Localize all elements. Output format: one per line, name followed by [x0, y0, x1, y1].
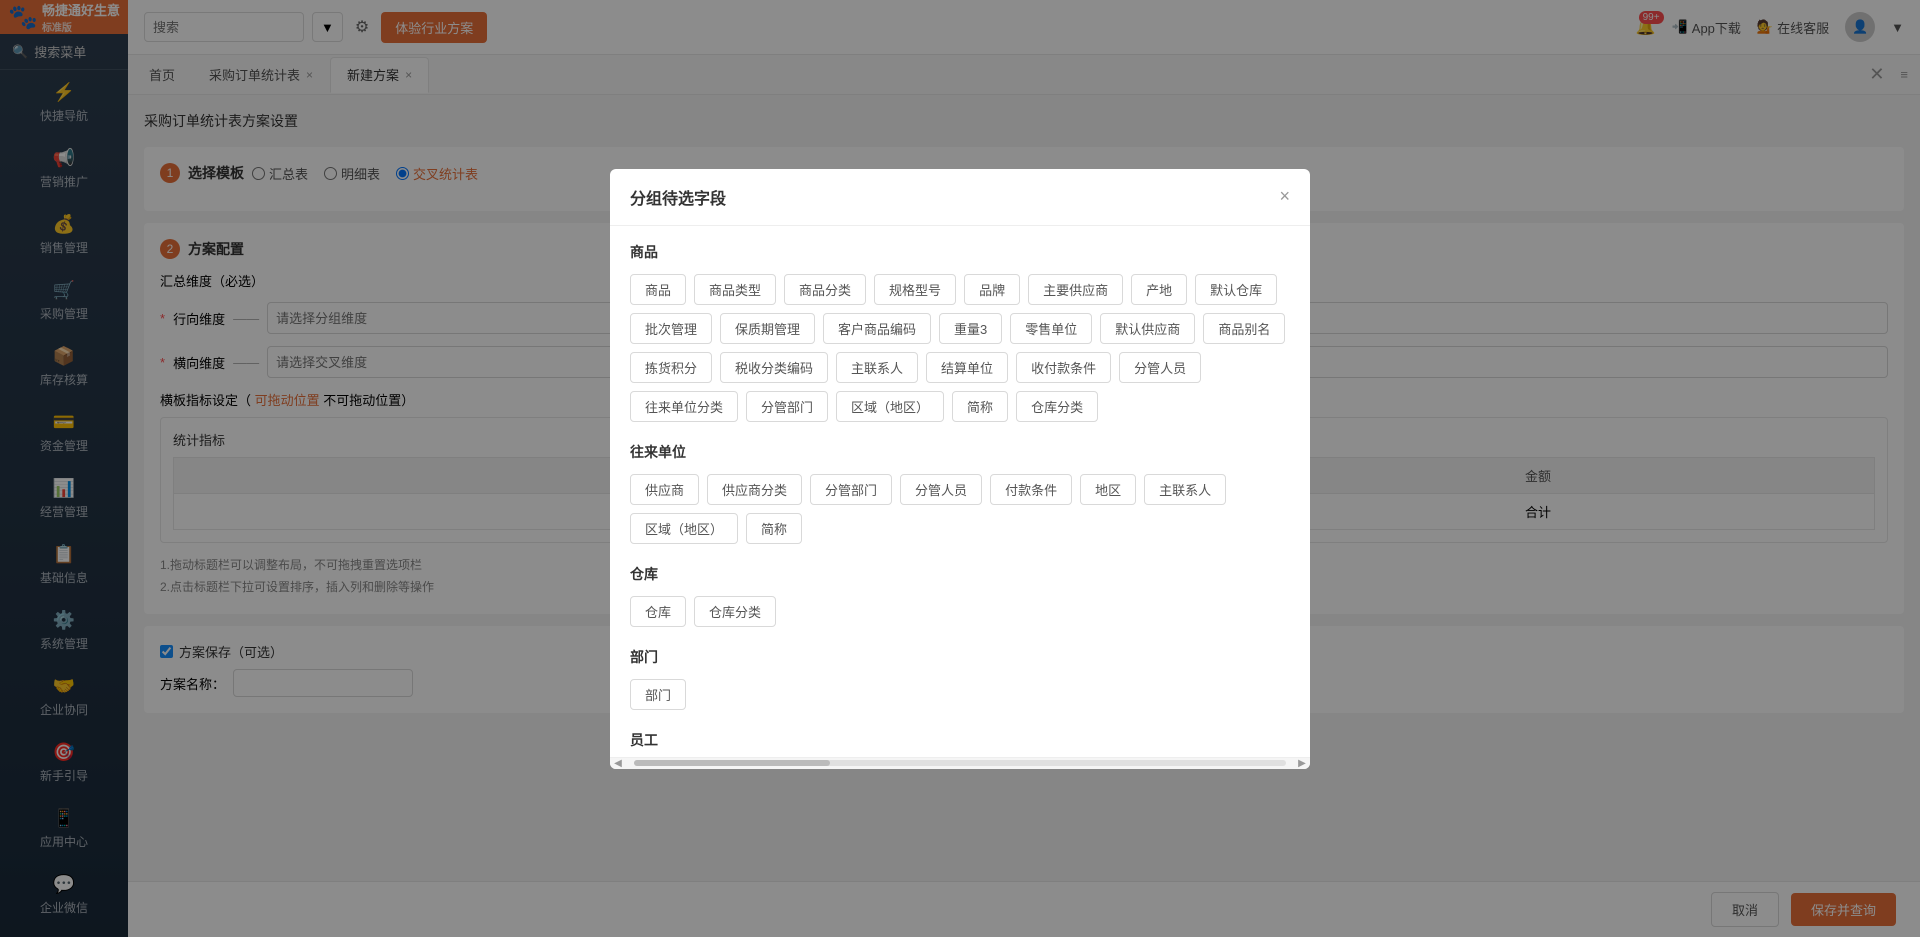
field-tag-goods-13[interactable]: 默认供应商: [1100, 313, 1195, 344]
field-tag-wh-0[interactable]: 仓库: [630, 596, 686, 627]
goods-field-tags: 商品 商品类型 商品分类 规格型号 品牌 主要供应商 产地 默认仓库 批次管理 …: [630, 274, 1290, 422]
field-tag-goods-14[interactable]: 商品别名: [1203, 313, 1285, 344]
warehouse-field-tags: 仓库 仓库分类: [630, 596, 1290, 627]
modal-header: 分组待选字段 ×: [610, 169, 1310, 226]
section-department-title: 部门: [630, 647, 1290, 667]
section-goods-title: 商品: [630, 242, 1290, 262]
field-tag-goods-4[interactable]: 品牌: [964, 274, 1020, 305]
field-tag-goods-23[interactable]: 区域（地区）: [836, 391, 944, 422]
field-tag-goods-8[interactable]: 批次管理: [630, 313, 712, 344]
field-tag-goods-3[interactable]: 规格型号: [874, 274, 956, 305]
field-tag-goods-6[interactable]: 产地: [1131, 274, 1187, 305]
field-tag-cp-3[interactable]: 分管人员: [900, 474, 982, 505]
field-tag-cp-7[interactable]: 区域（地区）: [630, 513, 738, 544]
section-department: 部门 部门: [630, 647, 1290, 710]
field-tag-cp-5[interactable]: 地区: [1080, 474, 1136, 505]
field-tag-goods-12[interactable]: 零售单位: [1010, 313, 1092, 344]
field-tag-goods-18[interactable]: 结算单位: [926, 352, 1008, 383]
field-tag-goods-16[interactable]: 税收分类编码: [720, 352, 828, 383]
section-warehouse-title: 仓库: [630, 564, 1290, 584]
modal-title: 分组待选字段: [630, 185, 726, 209]
field-tag-goods-25[interactable]: 仓库分类: [1016, 391, 1098, 422]
section-counterpart-title: 往来单位: [630, 442, 1290, 462]
field-tag-cp-2[interactable]: 分管部门: [810, 474, 892, 505]
section-warehouse: 仓库 仓库 仓库分类: [630, 564, 1290, 627]
section-goods: 商品 商品 商品类型 商品分类 规格型号 品牌 主要供应商 产地 默认仓库 批次…: [630, 242, 1290, 422]
field-tag-goods-7[interactable]: 默认仓库: [1195, 274, 1277, 305]
field-tag-cp-1[interactable]: 供应商分类: [707, 474, 802, 505]
field-tag-goods-10[interactable]: 客户商品编码: [823, 313, 931, 344]
field-tag-goods-21[interactable]: 往来单位分类: [630, 391, 738, 422]
scroll-track: [634, 760, 1286, 766]
counterpart-field-tags: 供应商 供应商分类 分管部门 分管人员 付款条件 地区 主联系人 区域（地区） …: [630, 474, 1290, 544]
field-tag-goods-2[interactable]: 商品分类: [784, 274, 866, 305]
field-tag-goods-15[interactable]: 拣货积分: [630, 352, 712, 383]
field-tag-goods-17[interactable]: 主联系人: [836, 352, 918, 383]
field-tag-cp-0[interactable]: 供应商: [630, 474, 699, 505]
field-tag-cp-4[interactable]: 付款条件: [990, 474, 1072, 505]
field-tag-goods-19[interactable]: 收付款条件: [1016, 352, 1111, 383]
field-select-modal: 分组待选字段 × 商品 商品 商品类型 商品分类 规格型号 品牌 主要供应商 产…: [610, 169, 1310, 769]
section-employee: 员工 业务员: [630, 730, 1290, 757]
field-tag-cp-8[interactable]: 简称: [746, 513, 802, 544]
field-tag-goods-22[interactable]: 分管部门: [746, 391, 828, 422]
field-tag-goods-11[interactable]: 重量3: [939, 313, 1002, 344]
scroll-right-arrow[interactable]: ▶: [1294, 758, 1310, 769]
field-tag-wh-1[interactable]: 仓库分类: [694, 596, 776, 627]
department-field-tags: 部门: [630, 679, 1290, 710]
field-tag-goods-9[interactable]: 保质期管理: [720, 313, 815, 344]
modal-horizontal-scrollbar[interactable]: ◀ ▶: [610, 757, 1310, 769]
field-tag-cp-6[interactable]: 主联系人: [1144, 474, 1226, 505]
field-tag-goods-24[interactable]: 简称: [952, 391, 1008, 422]
modal-close-button[interactable]: ×: [1279, 186, 1290, 207]
field-tag-goods-20[interactable]: 分管人员: [1119, 352, 1201, 383]
scroll-thumb[interactable]: [634, 760, 830, 766]
scroll-left-arrow[interactable]: ◀: [610, 758, 626, 769]
field-tag-goods-5[interactable]: 主要供应商: [1028, 274, 1123, 305]
section-employee-title: 员工: [630, 730, 1290, 750]
modal-body: 商品 商品 商品类型 商品分类 规格型号 品牌 主要供应商 产地 默认仓库 批次…: [610, 226, 1310, 757]
field-tag-goods-1[interactable]: 商品类型: [694, 274, 776, 305]
section-counterpart: 往来单位 供应商 供应商分类 分管部门 分管人员 付款条件 地区 主联系人 区域…: [630, 442, 1290, 544]
field-tag-goods-0[interactable]: 商品: [630, 274, 686, 305]
field-tag-dept-0[interactable]: 部门: [630, 679, 686, 710]
